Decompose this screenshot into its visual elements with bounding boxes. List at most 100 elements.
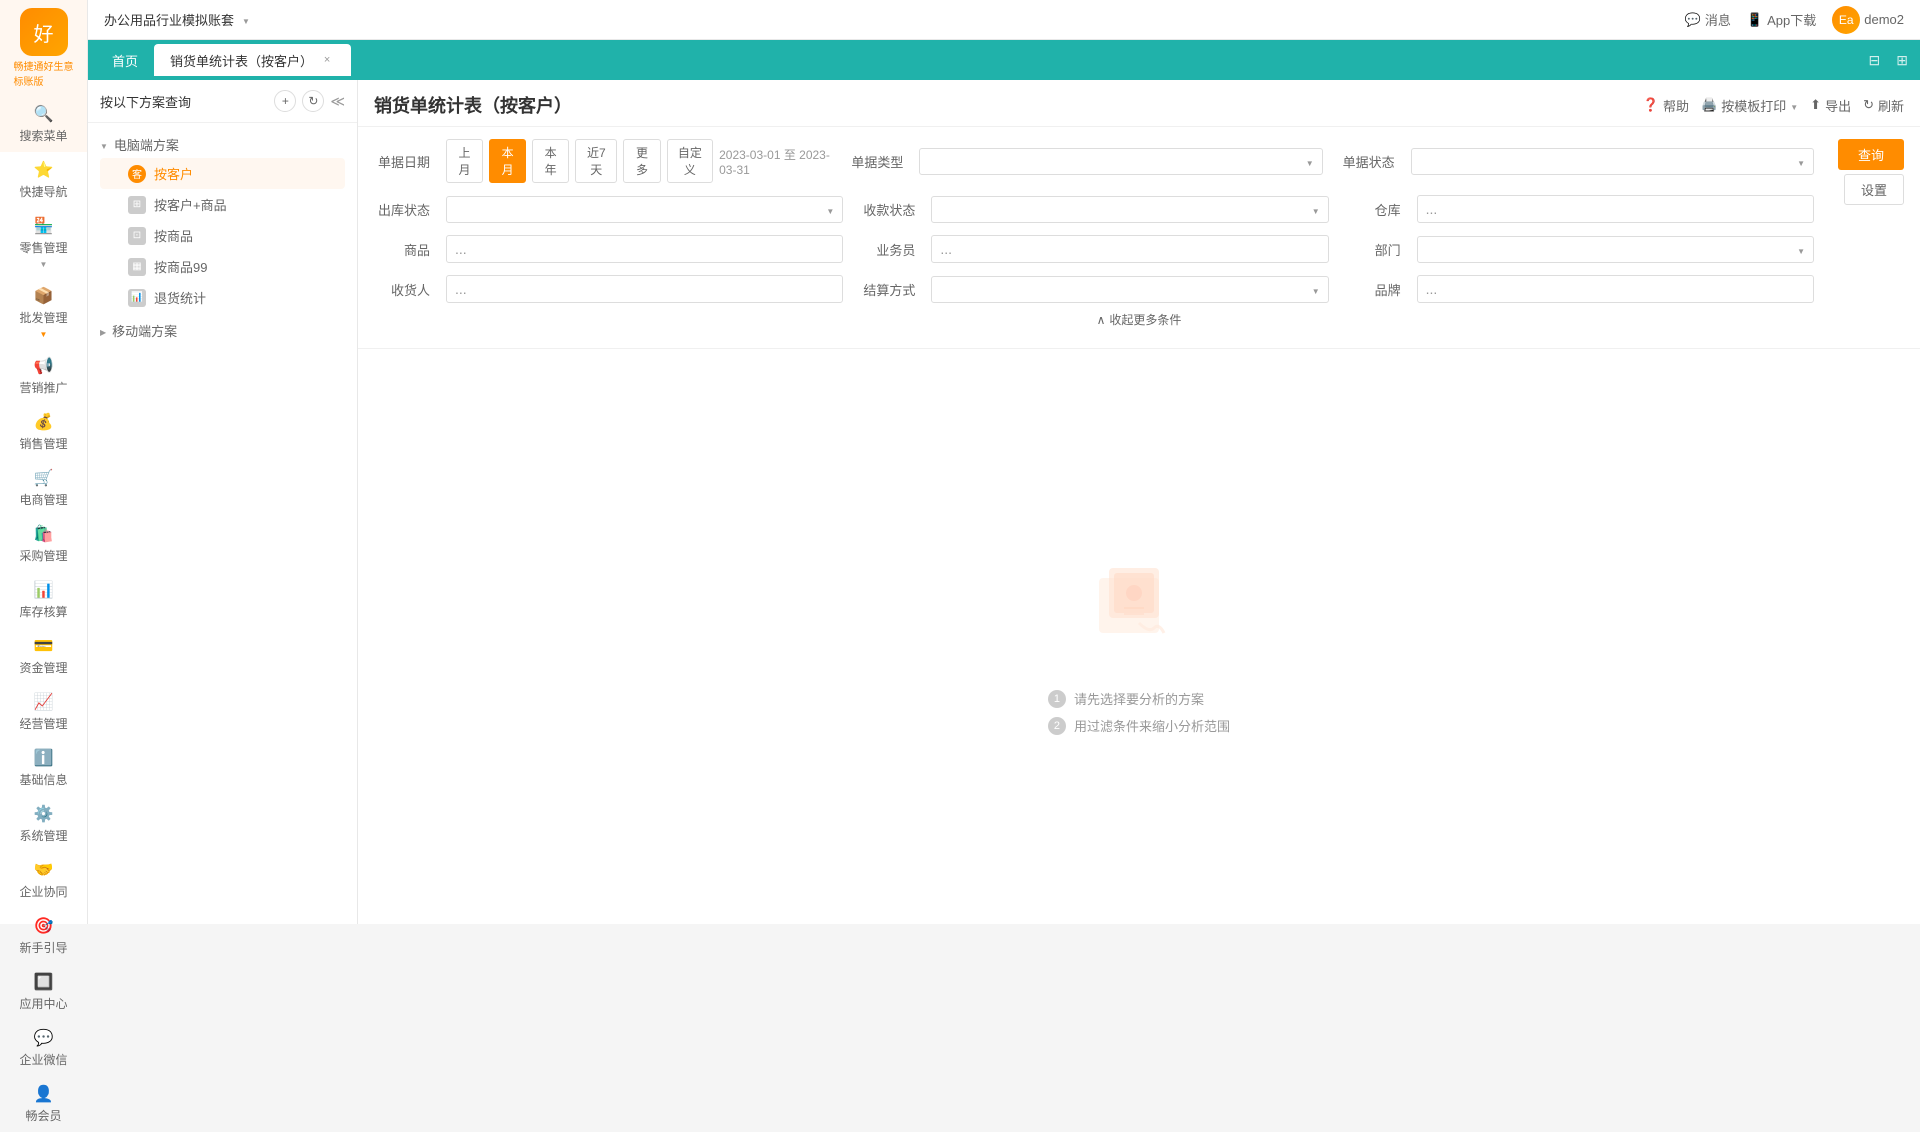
doc-type-select[interactable] bbox=[919, 148, 1322, 175]
this-year-button[interactable]: 本年 bbox=[532, 139, 569, 183]
empty-tip-1: 1 请先选择要分析的方案 bbox=[1048, 689, 1230, 708]
apps-icon: 🔲 bbox=[34, 972, 54, 992]
settings-button[interactable]: 设置 bbox=[1844, 174, 1904, 205]
tab-home[interactable]: 首页 bbox=[96, 44, 154, 76]
tab-minimize-button[interactable]: ⊟ bbox=[1865, 48, 1885, 73]
collapse-conditions-button[interactable]: ∧ 收起更多条件 bbox=[374, 303, 1904, 336]
print-button[interactable]: 🖨️ 按模板打印 bbox=[1701, 96, 1798, 115]
desktop-scheme-group: 电脑端方案 客 按客户 ⊞ 按客户+商品 ⊡ 按商品 ▦ bbox=[100, 131, 345, 313]
doc-status-select[interactable] bbox=[1411, 148, 1814, 175]
warehouse-select[interactable]: ... bbox=[1417, 195, 1814, 223]
app-download-button[interactable]: 📱 App下载 bbox=[1747, 10, 1816, 29]
newbie-icon: 🎯 bbox=[34, 916, 54, 936]
sidebar-item-system[interactable]: ⚙️ 系统管理 bbox=[0, 796, 87, 852]
payment-method-label: 结算方式 bbox=[859, 280, 915, 299]
scheme-item-return-stat[interactable]: 📊 退货统计 bbox=[100, 282, 345, 313]
cooperation-icon: 🤝 bbox=[34, 860, 54, 880]
sidebar-item-search[interactable]: 🔍 搜索菜单 bbox=[0, 96, 87, 152]
sidebar-item-finance[interactable]: 💳 资金管理 bbox=[0, 628, 87, 684]
add-scheme-button[interactable]: + bbox=[274, 90, 296, 112]
sidebar-item-retail[interactable]: 🏪 零售管理 bbox=[0, 208, 87, 278]
sales-icon: 💰 bbox=[34, 412, 54, 432]
export-button[interactable]: ⬆ 导出 bbox=[1810, 96, 1851, 115]
sidebar-item-ecommerce[interactable]: 🛒 电商管理 bbox=[0, 460, 87, 516]
more-button[interactable]: 更多 bbox=[623, 139, 660, 183]
scheme-item-by-customer[interactable]: 客 按客户 bbox=[100, 158, 345, 189]
custom-button[interactable]: 自定义 bbox=[667, 139, 714, 183]
receive-status-label: 收款状态 bbox=[859, 200, 915, 219]
refresh-icon: ↻ bbox=[1863, 97, 1874, 113]
tab-sales-stat[interactable]: 销货单统计表（按客户） × bbox=[154, 44, 351, 76]
sidebar-item-purchase[interactable]: 🛍️ 采购管理 bbox=[0, 516, 87, 572]
doc-type-label: 单据类型 bbox=[847, 152, 903, 171]
collapse-panel-button[interactable]: ≪ bbox=[330, 93, 345, 110]
sidebar-item-inventory[interactable]: 📊 库存核算 bbox=[0, 572, 87, 628]
salesperson-select[interactable]: ... bbox=[931, 235, 1328, 263]
refresh-button[interactable]: ↻ 刷新 bbox=[1863, 96, 1904, 115]
mobile-group-chevron bbox=[100, 323, 106, 338]
sidebar-item-shortcut[interactable]: ⭐ 快捷导航 bbox=[0, 152, 87, 208]
user-profile[interactable]: Ea demo2 bbox=[1832, 6, 1904, 34]
scheme-item-by-product[interactable]: ⊡ 按商品 bbox=[100, 220, 345, 251]
mobile-group-header[interactable]: 移动端方案 bbox=[100, 317, 345, 344]
sidebar: 好 畅捷通好生意 标账版 🔍 搜索菜单 ⭐ 快捷导航 🏪 零售管理 📦 批发管理… bbox=[0, 0, 88, 924]
return-stat-icon: 📊 bbox=[128, 289, 146, 307]
last7-button[interactable]: 近7天 bbox=[575, 139, 617, 183]
dept-label: 部门 bbox=[1345, 240, 1401, 259]
empty-state: 1 请先选择要分析的方案 2 用过滤条件来缩小分析范围 bbox=[358, 349, 1920, 924]
inventory-icon: 📊 bbox=[34, 580, 54, 600]
sidebar-item-cooperation[interactable]: 🤝 企业协同 bbox=[0, 852, 87, 908]
payment-method-select[interactable] bbox=[931, 276, 1328, 303]
scheme-item-by-product-99[interactable]: ▦ 按商品99 bbox=[100, 251, 345, 282]
help-icon: ❓ bbox=[1643, 97, 1659, 113]
help-button[interactable]: ❓ 帮助 bbox=[1643, 96, 1689, 115]
filter-row-4: 收货人 ... 结算方式 品牌 ... bbox=[374, 275, 1814, 303]
print-icon: 🖨️ bbox=[1701, 97, 1717, 113]
sidebar-item-member[interactable]: 👤 畅会员 bbox=[0, 1076, 87, 1132]
this-month-button[interactable]: 本月 bbox=[489, 139, 526, 183]
retail-chevron bbox=[40, 259, 48, 270]
tabbar: 首页 销货单统计表（按客户） × ⊟ ⊞ bbox=[88, 40, 1920, 80]
shortcut-icon: ⭐ bbox=[34, 160, 54, 180]
by-product-99-icon: ▦ bbox=[128, 258, 146, 276]
prev-month-button[interactable]: 上月 bbox=[446, 139, 483, 183]
product-select[interactable]: ... bbox=[446, 235, 843, 263]
salesperson-label: 业务员 bbox=[859, 240, 915, 259]
sidebar-item-sales[interactable]: 💰 销售管理 bbox=[0, 404, 87, 460]
sidebar-item-wechat[interactable]: 💬 企业微信 bbox=[0, 1020, 87, 1076]
doc-status-label: 单据状态 bbox=[1339, 152, 1395, 171]
sidebar-item-marketing[interactable]: 📢 营销推广 bbox=[0, 348, 87, 404]
filter-row-2: 出库状态 收款状态 仓库 bbox=[374, 195, 1814, 223]
tab-maximize-button[interactable]: ⊞ bbox=[1892, 48, 1912, 73]
download-icon: 📱 bbox=[1747, 12, 1763, 28]
refresh-scheme-button[interactable]: ↻ bbox=[302, 90, 324, 112]
out-status-label: 出库状态 bbox=[374, 200, 430, 219]
doc-status-chevron bbox=[1797, 154, 1805, 169]
tab-close-button[interactable]: × bbox=[319, 52, 335, 68]
side-panel: 按以下方案查询 + ↻ ≪ 电脑端方案 客 按客户 bbox=[88, 80, 358, 924]
app-selector[interactable]: 办公用品行业模拟账套 bbox=[104, 10, 234, 29]
brand-select[interactable]: ... bbox=[1417, 275, 1814, 303]
receive-status-chevron bbox=[1312, 202, 1320, 217]
message-button[interactable]: 💬 消息 bbox=[1685, 10, 1731, 29]
receive-status-select[interactable] bbox=[931, 196, 1328, 223]
sidebar-item-newbie[interactable]: 🎯 新手引导 bbox=[0, 908, 87, 964]
sidebar-item-basic[interactable]: ℹ️ 基础信息 bbox=[0, 740, 87, 796]
sidebar-item-operation[interactable]: 📈 经营管理 bbox=[0, 684, 87, 740]
brand-label: 品牌 bbox=[1345, 280, 1401, 299]
receiver-label: 收货人 bbox=[374, 280, 430, 299]
mobile-scheme-group: 移动端方案 bbox=[100, 317, 345, 344]
sidebar-item-wholesale[interactable]: 📦 批发管理 bbox=[0, 278, 87, 348]
scheme-item-by-customer-product[interactable]: ⊞ 按客户+商品 bbox=[100, 189, 345, 220]
out-status-select[interactable] bbox=[446, 196, 843, 223]
member-icon: 👤 bbox=[34, 1084, 54, 1104]
receiver-select[interactable]: ... bbox=[446, 275, 843, 303]
app-dropdown-chevron[interactable] bbox=[242, 12, 250, 27]
by-customer-product-icon: ⊞ bbox=[128, 196, 146, 214]
query-button[interactable]: 查询 bbox=[1838, 139, 1904, 170]
sidebar-item-apps[interactable]: 🔲 应用中心 bbox=[0, 964, 87, 1020]
desktop-group-header[interactable]: 电脑端方案 bbox=[100, 131, 345, 158]
dept-select[interactable] bbox=[1417, 236, 1814, 263]
system-icon: ⚙️ bbox=[34, 804, 54, 824]
dept-chevron bbox=[1797, 242, 1805, 257]
